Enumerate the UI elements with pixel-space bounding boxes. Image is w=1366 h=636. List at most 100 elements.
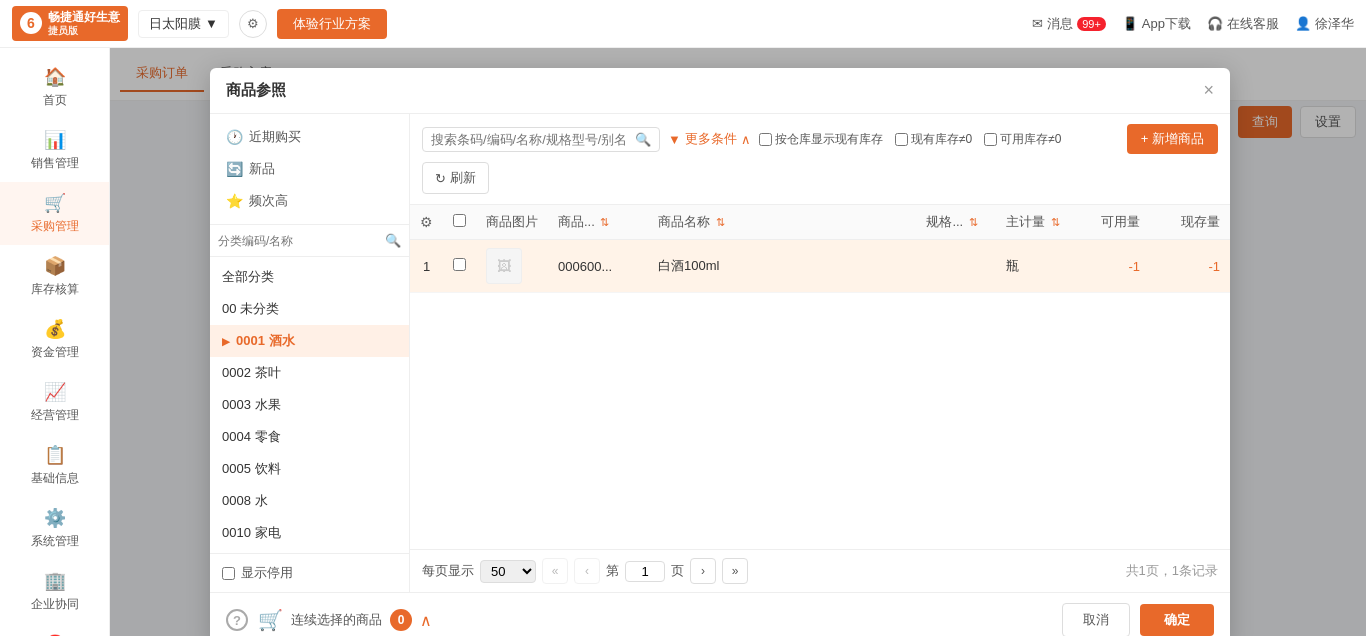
category-item-tea[interactable]: 0002 茶叶 [210, 357, 409, 389]
product-search-input[interactable] [431, 132, 631, 147]
sidebar-item-finance[interactable]: 💰 资金管理 [0, 308, 109, 371]
row-name-cell: 白酒100ml [648, 240, 916, 293]
table-header: ⚙ 商品图片 商品... [410, 205, 1230, 240]
table-header-row: ⚙ 商品图片 商品... [410, 205, 1230, 240]
logo-sub-text: 捷员版 [48, 25, 120, 37]
category-item-all[interactable]: 全部分类 [210, 261, 409, 293]
page-size-select[interactable]: 50 20 100 [480, 560, 536, 583]
col-spec-header[interactable]: 规格... ⇅ [916, 205, 996, 240]
category-search-icon[interactable]: 🔍 [385, 233, 401, 248]
check-warehouse-input[interactable] [759, 133, 772, 146]
refresh-button[interactable]: ↻ 刷新 [422, 162, 489, 194]
sidebar-item-system[interactable]: ⚙️ 系统管理 [0, 497, 109, 560]
sidebar-label-finance: 资金管理 [31, 344, 79, 361]
sidebar: 🏠 首页 📊 销售管理 🛒 采购管理 📦 库存核算 💰 资金管理 📈 经营管理 … [0, 48, 110, 636]
sidebar-item-purchase[interactable]: 🛒 采购管理 [0, 182, 109, 245]
search-submit-icon[interactable]: 🔍 [635, 132, 651, 147]
more-filters-button[interactable]: ▼ 更多条件 ∧ [668, 130, 751, 148]
sidebar-item-sales[interactable]: 📊 销售管理 [0, 119, 109, 182]
settings-button[interactable]: ⚙ [239, 10, 267, 38]
sidebar-label-system: 系统管理 [31, 533, 79, 550]
display-disabled-checkbox[interactable] [222, 567, 235, 580]
sidebar-label-purchase: 采购管理 [31, 218, 79, 235]
cart-collapse-icon[interactable]: ∧ [420, 611, 432, 630]
last-page-icon: » [732, 564, 739, 578]
table-settings-icon[interactable]: ⚙ [420, 214, 433, 230]
page-suffix: 页 [671, 562, 684, 580]
prev-page-button[interactable]: ‹ [574, 558, 600, 584]
cancel-button[interactable]: 取消 [1062, 603, 1130, 636]
pagination-bar: 每页显示 50 20 100 « ‹ 第 [410, 549, 1230, 592]
row-unit-value: 瓶 [1006, 258, 1019, 273]
sidebar-label-enterprise: 企业协同 [31, 596, 79, 613]
modal-close-button[interactable]: × [1203, 80, 1214, 101]
message-icon: ✉ [1032, 16, 1043, 31]
category-item-beverage[interactable]: 0005 饮料 [210, 453, 409, 485]
product-table: ⚙ 商品图片 商品... [410, 205, 1230, 293]
user-menu[interactable]: 👤 徐泽华 [1295, 15, 1354, 33]
current-page-input[interactable] [625, 561, 665, 582]
col-image-label: 商品图片 [486, 214, 538, 229]
confirm-button[interactable]: 确定 [1140, 604, 1214, 636]
new-icon: 🔄 [226, 161, 243, 177]
sidebar-item-guide[interactable]: 🎯 新手引导 [0, 623, 109, 636]
category-label-all: 全部分类 [222, 268, 274, 286]
message-badge: 99+ [1077, 17, 1106, 31]
sidebar-item-inventory[interactable]: 📦 库存核算 [0, 245, 109, 308]
sidebar-item-home[interactable]: 🏠 首页 [0, 56, 109, 119]
check-current-label: 现有库存≠0 [911, 131, 972, 148]
sort-icon-code: ⇅ [600, 216, 609, 228]
col-unit-header[interactable]: 主计量 ⇅ [996, 205, 1070, 240]
category-item-fruit[interactable]: 0003 水果 [210, 389, 409, 421]
user-name: 徐泽华 [1315, 15, 1354, 33]
row-checkbox-cell [443, 240, 476, 293]
product-reference-modal: 商品参照 × 🕐 近期购买 🔄 新 [210, 68, 1230, 636]
check-current-input[interactable] [895, 133, 908, 146]
sidebar-item-enterprise[interactable]: 🏢 企业协同 [0, 560, 109, 623]
refresh-icon: ↻ [435, 171, 446, 186]
check-available-input[interactable] [984, 133, 997, 146]
cart-label: 连续选择的商品 [291, 611, 382, 629]
check-available-stock[interactable]: 可用库存≠0 [984, 131, 1061, 148]
check-current-stock[interactable]: 现有库存≠0 [895, 131, 972, 148]
category-search-input[interactable] [218, 234, 381, 248]
category-arrow-icon: ▶ [222, 336, 230, 347]
col-name-header[interactable]: 商品名称 ⇅ [648, 205, 916, 240]
message-button[interactable]: ✉ 消息 99+ [1032, 15, 1106, 33]
quick-access-list: 🕐 近期购买 🔄 新品 ⭐ 频次高 [218, 122, 401, 216]
display-disabled-section: 显示停用 [210, 553, 409, 592]
category-label-tea: 0002 茶叶 [222, 364, 281, 382]
category-item-unclassified[interactable]: 00 未分类 [210, 293, 409, 325]
filter-icon: ▼ [668, 132, 681, 147]
product-image-placeholder-icon: 🖼 [497, 258, 511, 274]
quick-item-frequent[interactable]: ⭐ 频次高 [218, 186, 401, 216]
col-image-header: 商品图片 [476, 205, 548, 240]
check-warehouse-stock[interactable]: 按仓库显示现有库存 [759, 131, 883, 148]
row-checkbox[interactable] [453, 258, 466, 271]
check-available-label: 可用库存≠0 [1000, 131, 1061, 148]
category-item-water[interactable]: 0008 水 [210, 485, 409, 517]
first-page-button[interactable]: « [542, 558, 568, 584]
category-item-appliance[interactable]: 0010 家电 [210, 517, 409, 549]
table-row[interactable]: 1 🖼 [410, 240, 1230, 293]
row-available-cell: -1 [1070, 240, 1150, 293]
category-label-snacks: 0004 零食 [222, 428, 281, 446]
next-page-button[interactable]: › [690, 558, 716, 584]
col-settings: ⚙ [410, 205, 443, 240]
col-code-header[interactable]: 商品... ⇅ [548, 205, 648, 240]
app-download-button[interactable]: 📱 App下载 [1122, 15, 1191, 33]
online-service-button[interactable]: 🎧 在线客服 [1207, 15, 1279, 33]
sidebar-item-basic-info[interactable]: 📋 基础信息 [0, 434, 109, 497]
category-item-snacks[interactable]: 0004 零食 [210, 421, 409, 453]
sidebar-item-operations[interactable]: 📈 经营管理 [0, 371, 109, 434]
quick-item-new[interactable]: 🔄 新品 [218, 154, 401, 184]
experience-plan-button[interactable]: 体验行业方案 [277, 9, 387, 39]
quick-item-recent[interactable]: 🕐 近期购买 [218, 122, 401, 152]
help-icon-button[interactable]: ? [226, 609, 248, 631]
store-dropdown[interactable]: 日太阳膜 ▼ [138, 10, 229, 38]
add-product-button[interactable]: + 新增商品 [1127, 124, 1218, 154]
select-all-checkbox[interactable] [453, 214, 466, 227]
category-item-liquor[interactable]: ▶ 0001 酒水 [210, 325, 409, 357]
row-stock-cell: -1 [1150, 240, 1230, 293]
last-page-button[interactable]: » [722, 558, 748, 584]
